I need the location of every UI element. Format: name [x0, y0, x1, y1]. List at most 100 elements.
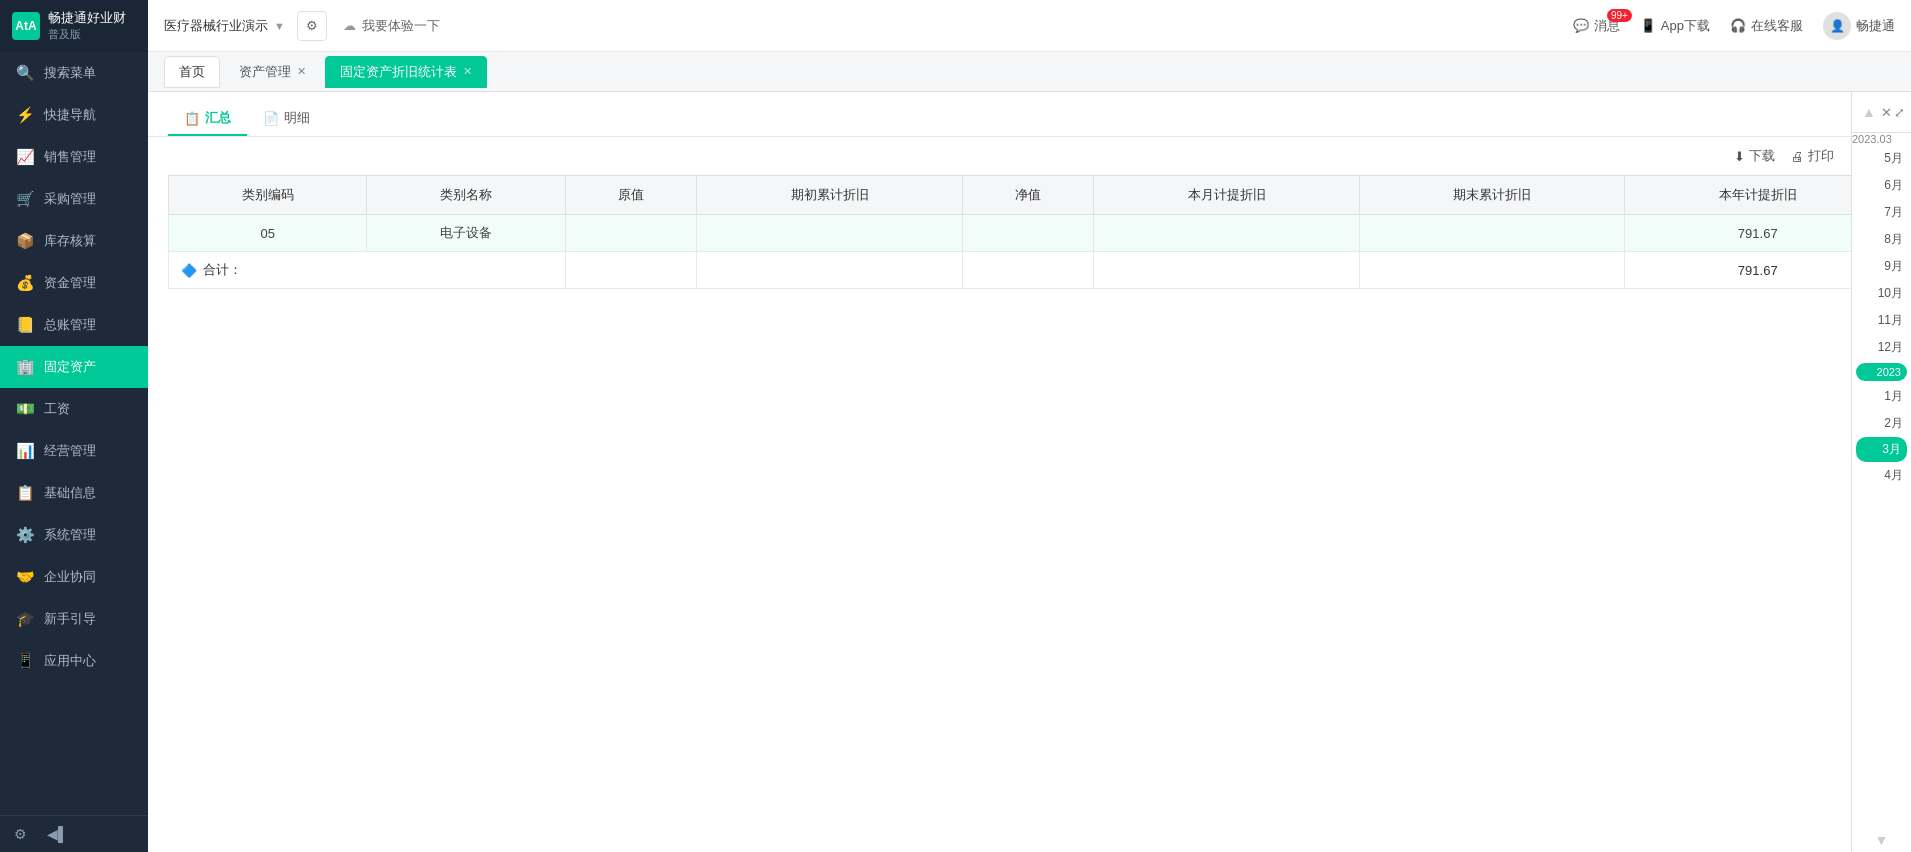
- purchase-icon: 🛒: [16, 190, 34, 208]
- online-service-button[interactable]: 🎧 在线客服: [1730, 17, 1803, 35]
- month-item[interactable]: 3月: [1856, 437, 1907, 462]
- col-code: 类别编码: [169, 176, 367, 215]
- sidebar-item-system[interactable]: ⚙️系统管理: [0, 514, 148, 556]
- month-item[interactable]: 7月: [1852, 199, 1911, 226]
- service-icon: 🎧: [1730, 18, 1746, 33]
- sidebar-item-app-center[interactable]: 📱 应用中心: [0, 640, 148, 682]
- print-button[interactable]: 🖨 打印: [1791, 147, 1834, 165]
- app-download-button[interactable]: 📱 App下载: [1640, 17, 1710, 35]
- row-code: 05: [169, 215, 367, 252]
- tab-summary[interactable]: 📋 汇总: [168, 102, 247, 136]
- tabs-bar: 首页 资产管理 ✕ 固定资产折旧统计表 ✕: [148, 52, 1911, 92]
- month-item[interactable]: 5月: [1852, 145, 1911, 172]
- sidebar-label-sales: 销售管理: [44, 148, 96, 166]
- detail-icon: 📄: [263, 111, 279, 126]
- username-label: 畅捷通: [1856, 17, 1895, 35]
- panel-title: 2023.03: [1852, 133, 1911, 145]
- total-initial-dep: [697, 252, 963, 289]
- year-month-list: 5月6月7月8月9月10月11月12月 2023 1月2月3月4月: [1852, 145, 1911, 828]
- table-toolbar: ⬇ 下载 🖨 打印 ↻ 刷新: [148, 137, 1911, 175]
- sidebar-item-funds[interactable]: 💰 资金管理: [0, 262, 148, 304]
- sidebar-item-fixed-assets[interactable]: 🏢固定资产: [0, 346, 148, 388]
- tab-detail[interactable]: 📄 明细: [247, 102, 326, 136]
- month-item[interactable]: 8月: [1852, 226, 1911, 253]
- year-marker[interactable]: 2023: [1856, 363, 1907, 381]
- tab-detail-label: 明细: [284, 109, 310, 127]
- sidebar-label-operations: 经营管理: [44, 442, 96, 460]
- total-icon: 🔷: [181, 263, 197, 278]
- month-item[interactable]: 11月: [1852, 307, 1911, 334]
- total-month-dep: [1094, 252, 1360, 289]
- sidebar-label-purchase: 采购管理: [44, 190, 96, 208]
- tab-home[interactable]: 首页: [164, 56, 220, 88]
- online-service-label: 在线客服: [1751, 17, 1803, 35]
- sidebar-item-quick-nav[interactable]: ⚡快捷导航: [0, 94, 148, 136]
- sidebar-item-operations[interactable]: 📊经营管理: [0, 430, 148, 472]
- sidebar-label-quick-nav: 快捷导航: [44, 106, 96, 124]
- logo-text-block: 畅捷通好业财 普及版: [48, 10, 126, 42]
- sidebar-item-guide[interactable]: 🎓新手引导: [0, 598, 148, 640]
- funds-icon: 💰: [16, 274, 34, 292]
- download-icon: 📱: [1640, 18, 1656, 33]
- topbar: 医疗器械行业演示 ▼ ⚙ ☁ 我要体验一下 💬 消息 99+ 📱 App下载 🎧…: [148, 0, 1911, 52]
- sidebar-label-system: 系统管理: [44, 526, 96, 544]
- settings-icon[interactable]: ⚙: [14, 826, 27, 842]
- sidebar: AtA 畅捷通好业财 普及版 🔍搜索菜单⚡快捷导航📈销售管理🛒采购管理📦库存核算…: [0, 0, 148, 852]
- sidebar-item-payroll[interactable]: 💵工资: [0, 388, 148, 430]
- month-item[interactable]: 10月: [1852, 280, 1911, 307]
- main-content: 医疗器械行业演示 ▼ ⚙ ☁ 我要体验一下 💬 消息 99+ 📱 App下载 🎧…: [148, 0, 1911, 852]
- month-item[interactable]: 1月: [1852, 383, 1911, 410]
- panel-expand-button[interactable]: ⤢: [1894, 105, 1905, 120]
- sidebar-item-enterprise[interactable]: 🤝企业协同: [0, 556, 148, 598]
- tab-asset-mgmt[interactable]: 资产管理 ✕: [224, 56, 321, 88]
- panel-header: ▲ ✕ ⤢: [1852, 92, 1911, 133]
- panel-down-arrow[interactable]: ▼: [1852, 828, 1911, 852]
- messages-button[interactable]: 💬 消息 99+: [1573, 17, 1620, 35]
- month-item[interactable]: 2月: [1852, 410, 1911, 437]
- enterprise-icon: 🤝: [16, 568, 34, 586]
- sidebar-item-basic-info[interactable]: 📋基础信息: [0, 472, 148, 514]
- print-icon: 🖨: [1791, 149, 1804, 164]
- tab-asset-mgmt-close[interactable]: ✕: [297, 65, 306, 78]
- sidebar-item-sales[interactable]: 📈 销售管理: [0, 136, 148, 178]
- sidebar-label-basic-info: 基础信息: [44, 484, 96, 502]
- company-selector[interactable]: 医疗器械行业演示 ▼: [164, 17, 285, 35]
- print-label: 打印: [1808, 147, 1834, 165]
- sidebar-nav: 🔍 搜索菜单 ⚡快捷导航 📈 销售管理 🛒 采购管理 📦库存核算 💰 资金管理 📒总账管理🏢固定资产…: [0, 52, 148, 815]
- download-button[interactable]: ⬇ 下载: [1734, 147, 1775, 165]
- download-icon: ⬇: [1734, 149, 1745, 164]
- search-icon: 🔍: [16, 64, 34, 82]
- user-profile-button[interactable]: 👤 畅捷通: [1823, 12, 1895, 40]
- total-label-cell: 🔷 合计：: [169, 252, 566, 289]
- sidebar-item-search[interactable]: 🔍 搜索菜单: [0, 52, 148, 94]
- panel-close-button[interactable]: ✕: [1881, 105, 1892, 120]
- collapse-icon[interactable]: ◀▌: [47, 826, 68, 842]
- sidebar-item-ledger[interactable]: 📒总账管理: [0, 304, 148, 346]
- col-initial-depreciation: 期初累计折旧: [697, 176, 963, 215]
- sidebar-label-fixed-assets: 固定资产: [44, 358, 96, 376]
- tab-home-label: 首页: [179, 63, 205, 81]
- tab-fixed-asset-close[interactable]: ✕: [463, 65, 472, 78]
- sales-icon: 📈: [16, 148, 34, 166]
- month-item[interactable]: 4月: [1852, 462, 1911, 489]
- row-initial-dep: [697, 215, 963, 252]
- sidebar-label-funds: 资金管理: [44, 274, 96, 292]
- app-center-icon: 📱: [16, 652, 34, 670]
- total-row: 🔷 合计： 791.67: [169, 252, 1891, 289]
- col-original-value: 原值: [565, 176, 696, 215]
- col-month-depreciation: 本月计提折旧: [1094, 176, 1360, 215]
- col-name: 类别名称: [367, 176, 565, 215]
- month-item[interactable]: 12月: [1852, 334, 1911, 361]
- topbar-settings-button[interactable]: ⚙: [297, 11, 327, 41]
- table-header-row: 类别编码 类别名称 原值 期初累计折旧 净值 本月计提折旧 期末累计折旧 本年计…: [169, 176, 1891, 215]
- sidebar-item-purchase[interactable]: 🛒 采购管理: [0, 178, 148, 220]
- sidebar-item-inventory[interactable]: 📦库存核算: [0, 220, 148, 262]
- ledger-icon: 📒: [16, 316, 34, 334]
- tab-fixed-asset-depreciation[interactable]: 固定资产折旧统计表 ✕: [325, 56, 487, 88]
- panel-up-arrow[interactable]: ▲: [1858, 100, 1880, 124]
- sidebar-label-search: 搜索菜单: [44, 64, 96, 82]
- month-item[interactable]: 6月: [1852, 172, 1911, 199]
- experience-button[interactable]: ☁ 我要体验一下: [343, 17, 440, 35]
- month-item[interactable]: 9月: [1852, 253, 1911, 280]
- sidebar-label-app-center: 应用中心: [44, 652, 96, 670]
